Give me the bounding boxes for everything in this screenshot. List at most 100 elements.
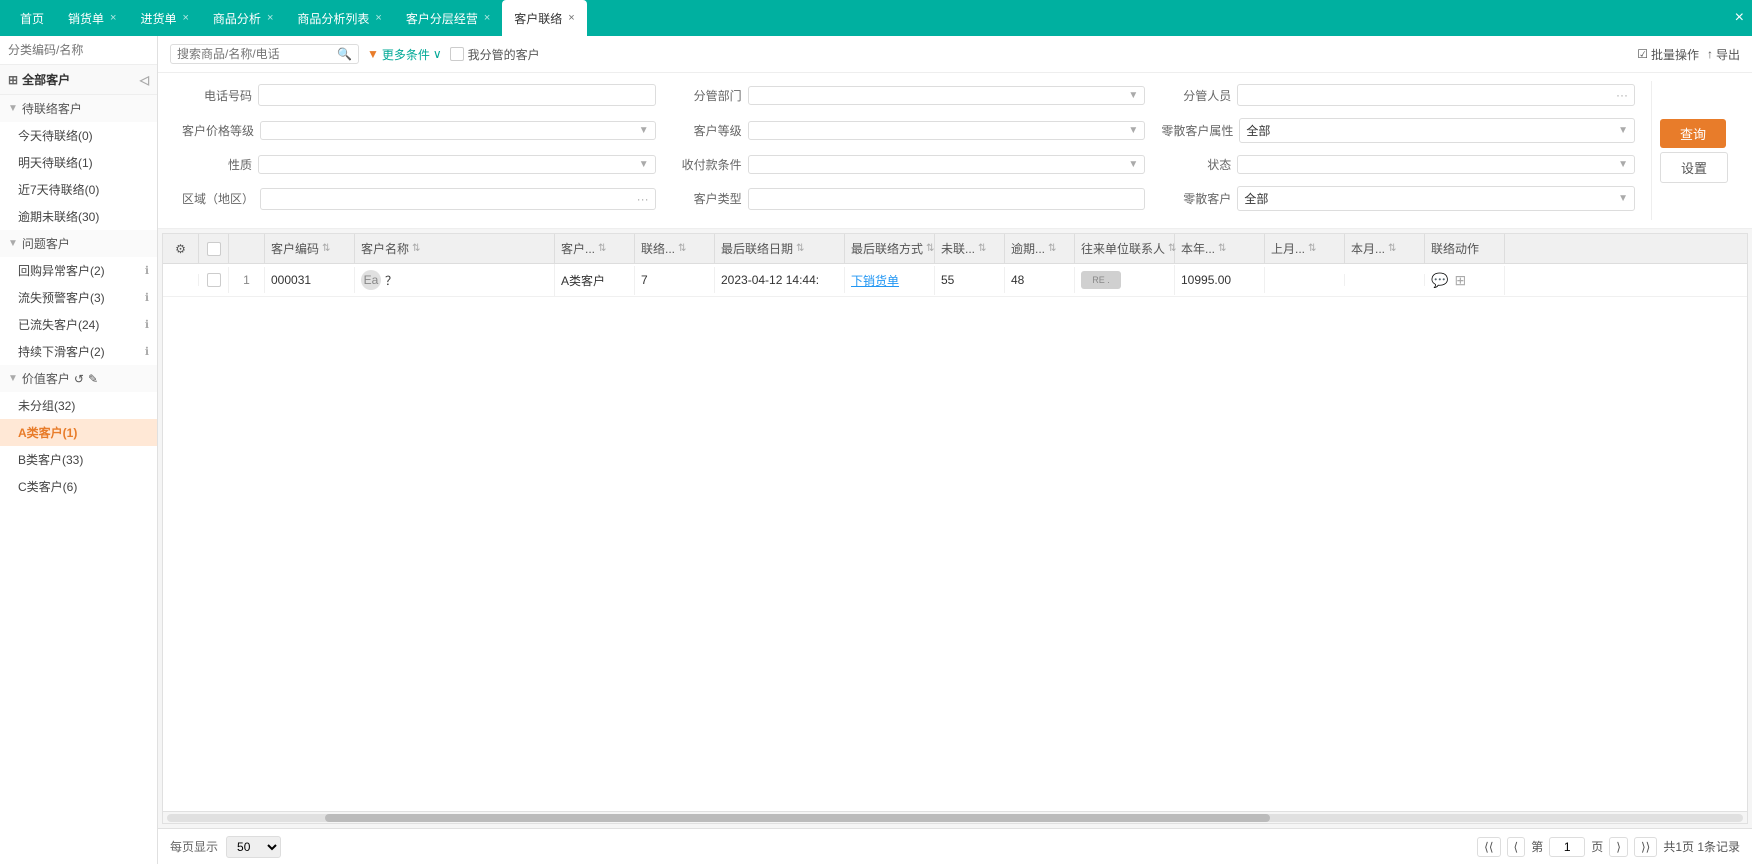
close-all-button[interactable]: ×: [1735, 9, 1744, 27]
nav-tab-analysis[interactable]: 商品分析 ×: [201, 0, 285, 36]
sidebar-item-class-c[interactable]: C类客户(6): [0, 473, 157, 500]
nav-tab-customer-segment[interactable]: 客户分层经营 ×: [394, 0, 502, 36]
sidebar-item-overdue-pending[interactable]: 逾期未联络(30): [0, 203, 157, 230]
sidebar-item-tomorrow-pending[interactable]: 明天待联络(1): [0, 149, 157, 176]
batch-action-button[interactable]: ☑ 批量操作: [1637, 46, 1699, 63]
collapse-icon[interactable]: ◁: [140, 73, 149, 87]
sidebar-item-class-a[interactable]: A类客户(1): [0, 419, 157, 446]
arrow-down-icon-2: ▼: [8, 238, 18, 249]
cust-type-input[interactable]: [748, 188, 1146, 210]
cust-level-select[interactable]: ▼: [748, 121, 1146, 140]
filter-search-icon[interactable]: 🔍: [337, 47, 352, 61]
th-unit-contact[interactable]: 往来单位联系人 ⇅: [1075, 234, 1175, 263]
close-customer-segment-icon[interactable]: ×: [484, 12, 490, 24]
sort-name-icon[interactable]: ⇅: [412, 243, 420, 254]
th-check[interactable]: [199, 234, 229, 263]
settings-button[interactable]: 设置: [1660, 152, 1728, 183]
header-checkbox[interactable]: [207, 242, 221, 256]
price-level-select[interactable]: ▼: [260, 121, 656, 140]
th-no-contact[interactable]: 未联... ⇅: [935, 234, 1005, 263]
phone-input[interactable]: [258, 84, 656, 106]
nav-tab-analysis-list[interactable]: 商品分析列表 ×: [285, 0, 393, 36]
payment-select[interactable]: ▼: [748, 155, 1146, 174]
th-this-year[interactable]: 本年... ⇅: [1175, 234, 1265, 263]
sort-last-month-icon[interactable]: ⇅: [1308, 243, 1316, 254]
td-check[interactable]: [199, 267, 229, 293]
next-page-button[interactable]: ⟩: [1609, 837, 1628, 857]
nav-tab-customer-contact[interactable]: 客户联络 ×: [502, 0, 586, 36]
nav-tab-sales[interactable]: 销货单 ×: [56, 0, 128, 36]
filter-cell-payment: 收付款条件 ▼: [664, 152, 1154, 177]
sidebar-item-7day-pending[interactable]: 近7天待联络(0): [0, 176, 157, 203]
my-customer-checkbox[interactable]: [450, 47, 464, 61]
person-select[interactable]: ···: [1237, 84, 1635, 106]
nav-tab-purchase[interactable]: 进货单 ×: [128, 0, 200, 36]
sort-this-month-icon[interactable]: ⇅: [1388, 243, 1396, 254]
sidebar-item-repurchase-abnormal[interactable]: 回购异常客户(2) ℹ: [0, 257, 157, 284]
close-customer-contact-icon[interactable]: ×: [568, 12, 574, 24]
th-cust-type[interactable]: 客户... ⇅: [555, 234, 635, 263]
my-customer-checkbox-container[interactable]: 我分管的客户: [450, 46, 540, 63]
page-size-select[interactable]: 50 100 200: [226, 836, 281, 858]
scrollbar-thumb[interactable]: [325, 814, 1271, 822]
more-conditions-button[interactable]: ▼ 更多条件 ∨: [367, 46, 442, 63]
sidebar-group-value[interactable]: ▼ 价值客户 ↺ ✎: [0, 365, 157, 392]
sort-last-method-icon[interactable]: ⇅: [926, 243, 934, 254]
unit-contact-avatar: RE .: [1081, 271, 1121, 289]
info-icon: ℹ: [145, 264, 149, 277]
sidebar-search-input[interactable]: [8, 43, 158, 57]
th-contact[interactable]: 联络... ⇅: [635, 234, 715, 263]
sidebar-item-class-b[interactable]: B类客户(33): [0, 446, 157, 473]
sidebar-group-pending[interactable]: ▼ 待联络客户: [0, 95, 157, 122]
nav-tab-home[interactable]: 首页: [8, 0, 56, 36]
status-select[interactable]: ▼: [1237, 155, 1635, 174]
close-sales-icon[interactable]: ×: [110, 12, 116, 24]
row-checkbox[interactable]: [207, 273, 221, 287]
link-icon[interactable]: ⊞: [1454, 272, 1466, 289]
sort-overdue-icon[interactable]: ⇅: [1048, 243, 1056, 254]
dept-select[interactable]: ▼: [748, 86, 1146, 105]
th-last-month[interactable]: 上月... ⇅: [1265, 234, 1345, 263]
sidebar-item-churned[interactable]: 已流失客户(24) ℹ: [0, 311, 157, 338]
sidebar-item-churn-warning[interactable]: 流失预警客户(3) ℹ: [0, 284, 157, 311]
arrow-down-icon-3: ▼: [8, 373, 18, 384]
sidebar-item-today-pending[interactable]: 今天待联络(0): [0, 122, 157, 149]
th-name[interactable]: 客户名称 ⇅: [355, 234, 555, 263]
th-overdue[interactable]: 逾期... ⇅: [1005, 234, 1075, 263]
query-button[interactable]: 查询: [1660, 119, 1726, 148]
close-purchase-icon[interactable]: ×: [182, 12, 188, 24]
sort-contact-icon[interactable]: ⇅: [678, 243, 686, 254]
th-last-date[interactable]: 最后联络日期 ⇅: [715, 234, 845, 263]
message-icon[interactable]: 💬: [1431, 272, 1448, 289]
sort-this-year-icon[interactable]: ⇅: [1218, 243, 1226, 254]
close-analysis-icon[interactable]: ×: [267, 12, 273, 24]
th-code[interactable]: 客户编码 ⇅: [265, 234, 355, 263]
sort-code-icon[interactable]: ⇅: [322, 243, 330, 254]
filter-search-input[interactable]: [177, 47, 337, 61]
first-page-button[interactable]: ⟨⟨: [1477, 837, 1500, 857]
prev-page-button[interactable]: ⟨: [1507, 837, 1526, 857]
last-page-button[interactable]: ⟩⟩: [1634, 837, 1657, 857]
retail-attr-select[interactable]: 全部 ▼: [1239, 118, 1635, 143]
th-gear[interactable]: ⚙: [163, 234, 199, 263]
refresh-icon[interactable]: ↺: [74, 372, 84, 386]
sidebar-item-declining[interactable]: 持续下滑客户(2) ℹ: [0, 338, 157, 365]
retail-select[interactable]: 全部 ▼: [1237, 186, 1635, 211]
edit-icon[interactable]: ✎: [88, 372, 98, 386]
export-button[interactable]: ↑ 导出: [1707, 46, 1740, 63]
th-last-method[interactable]: 最后联络方式 ⇅: [845, 234, 935, 263]
nature-select[interactable]: ▼: [258, 155, 656, 174]
td-last-method: 下销货单: [845, 266, 935, 295]
page-number-input[interactable]: [1549, 837, 1585, 857]
region-select[interactable]: ···: [260, 188, 656, 210]
sidebar-item-ungrouped[interactable]: 未分组(32): [0, 392, 157, 419]
all-customers-header[interactable]: ⊞ 全部客户 ◁: [0, 65, 157, 95]
horizontal-scrollbar[interactable]: [163, 811, 1747, 823]
filter-cell-price-level: 客户价格等级 ▼: [174, 118, 664, 143]
th-this-month[interactable]: 本月... ⇅: [1345, 234, 1425, 263]
sort-no-contact-icon[interactable]: ⇅: [978, 243, 986, 254]
close-analysis-list-icon[interactable]: ×: [375, 12, 381, 24]
sort-cust-type-icon[interactable]: ⇅: [598, 243, 606, 254]
sidebar-group-problem[interactable]: ▼ 问题客户: [0, 230, 157, 257]
sort-last-date-icon[interactable]: ⇅: [796, 243, 804, 254]
